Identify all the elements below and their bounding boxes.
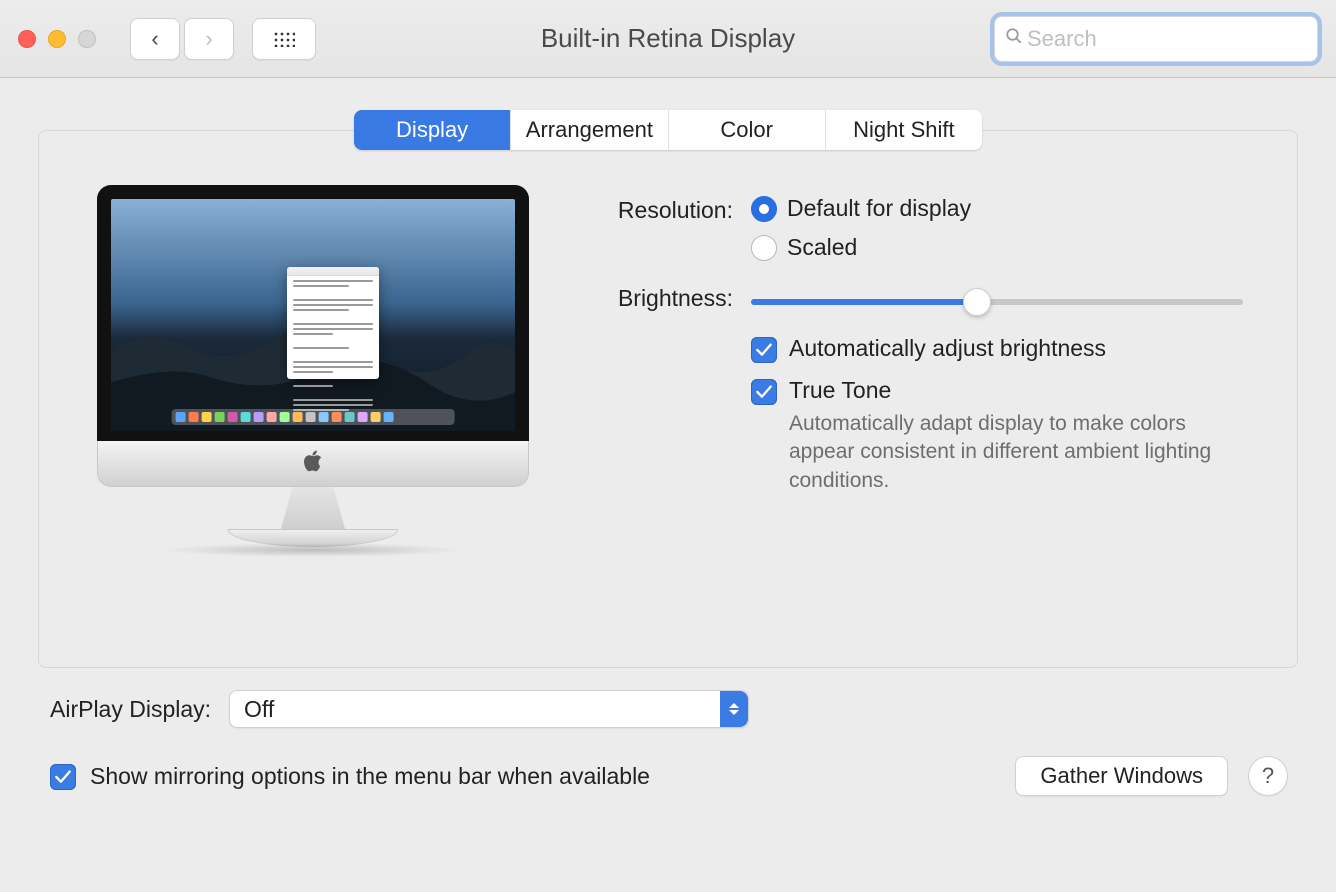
forward-button[interactable]: › <box>184 18 234 60</box>
mirroring-checkbox[interactable] <box>50 764 76 790</box>
search-icon <box>1005 27 1023 51</box>
settings-panel: Resolution: Default for display Scaled B… <box>38 130 1298 668</box>
display-preview <box>93 185 533 557</box>
true-tone-label: True Tone <box>789 377 1243 404</box>
airplay-value: Off <box>244 696 274 723</box>
preview-window-icon <box>287 267 379 379</box>
show-all-button[interactable] <box>252 18 316 60</box>
true-tone-description: Automatically adapt display to make colo… <box>789 410 1243 495</box>
brightness-slider[interactable] <box>751 289 1243 315</box>
stepper-icon <box>720 691 748 727</box>
checkbox-checked-icon <box>751 337 777 363</box>
help-button[interactable]: ? <box>1248 756 1288 796</box>
tab-display[interactable]: Display <box>354 110 511 150</box>
resolution-scaled-label: Scaled <box>787 234 857 261</box>
airplay-label: AirPlay Display: <box>50 696 211 723</box>
auto-brightness-checkbox[interactable]: Automatically adjust brightness <box>751 335 1243 363</box>
slider-thumb-icon[interactable] <box>963 288 991 316</box>
back-button[interactable]: ‹ <box>130 18 180 60</box>
auto-brightness-label: Automatically adjust brightness <box>789 335 1106 362</box>
search-field[interactable] <box>994 16 1318 62</box>
minimize-window-button[interactable] <box>48 30 66 48</box>
apple-logo-icon <box>303 450 323 478</box>
tab-arrangement[interactable]: Arrangement <box>511 110 668 150</box>
window-controls <box>18 30 96 48</box>
zoom-window-button <box>78 30 96 48</box>
tab-night-shift[interactable]: Night Shift <box>826 110 982 150</box>
checkbox-checked-icon <box>751 379 777 405</box>
grid-icon <box>273 31 295 47</box>
true-tone-checkbox[interactable]: True Tone Automatically adapt display to… <box>751 377 1243 495</box>
tab-color[interactable]: Color <box>669 110 826 150</box>
tab-bar: Display Arrangement Color Night Shift <box>354 110 982 150</box>
preview-dock-icon <box>172 409 455 425</box>
close-window-button[interactable] <box>18 30 36 48</box>
window-toolbar: ‹ › Built-in Retina Display <box>0 0 1336 78</box>
search-input[interactable] <box>1027 26 1307 52</box>
gather-windows-button[interactable]: Gather Windows <box>1015 756 1228 796</box>
resolution-default-radio[interactable]: Default for display <box>751 195 1243 222</box>
mirroring-label: Show mirroring options in the menu bar w… <box>90 763 650 790</box>
chevron-right-icon: › <box>205 26 212 52</box>
nav-buttons: ‹ › <box>130 18 234 60</box>
airplay-select[interactable]: Off <box>229 690 749 728</box>
resolution-scaled-radio[interactable]: Scaled <box>751 234 1243 261</box>
resolution-label: Resolution: <box>593 195 751 224</box>
brightness-label: Brightness: <box>593 283 751 312</box>
resolution-default-label: Default for display <box>787 195 971 222</box>
chevron-left-icon: ‹ <box>151 26 158 52</box>
